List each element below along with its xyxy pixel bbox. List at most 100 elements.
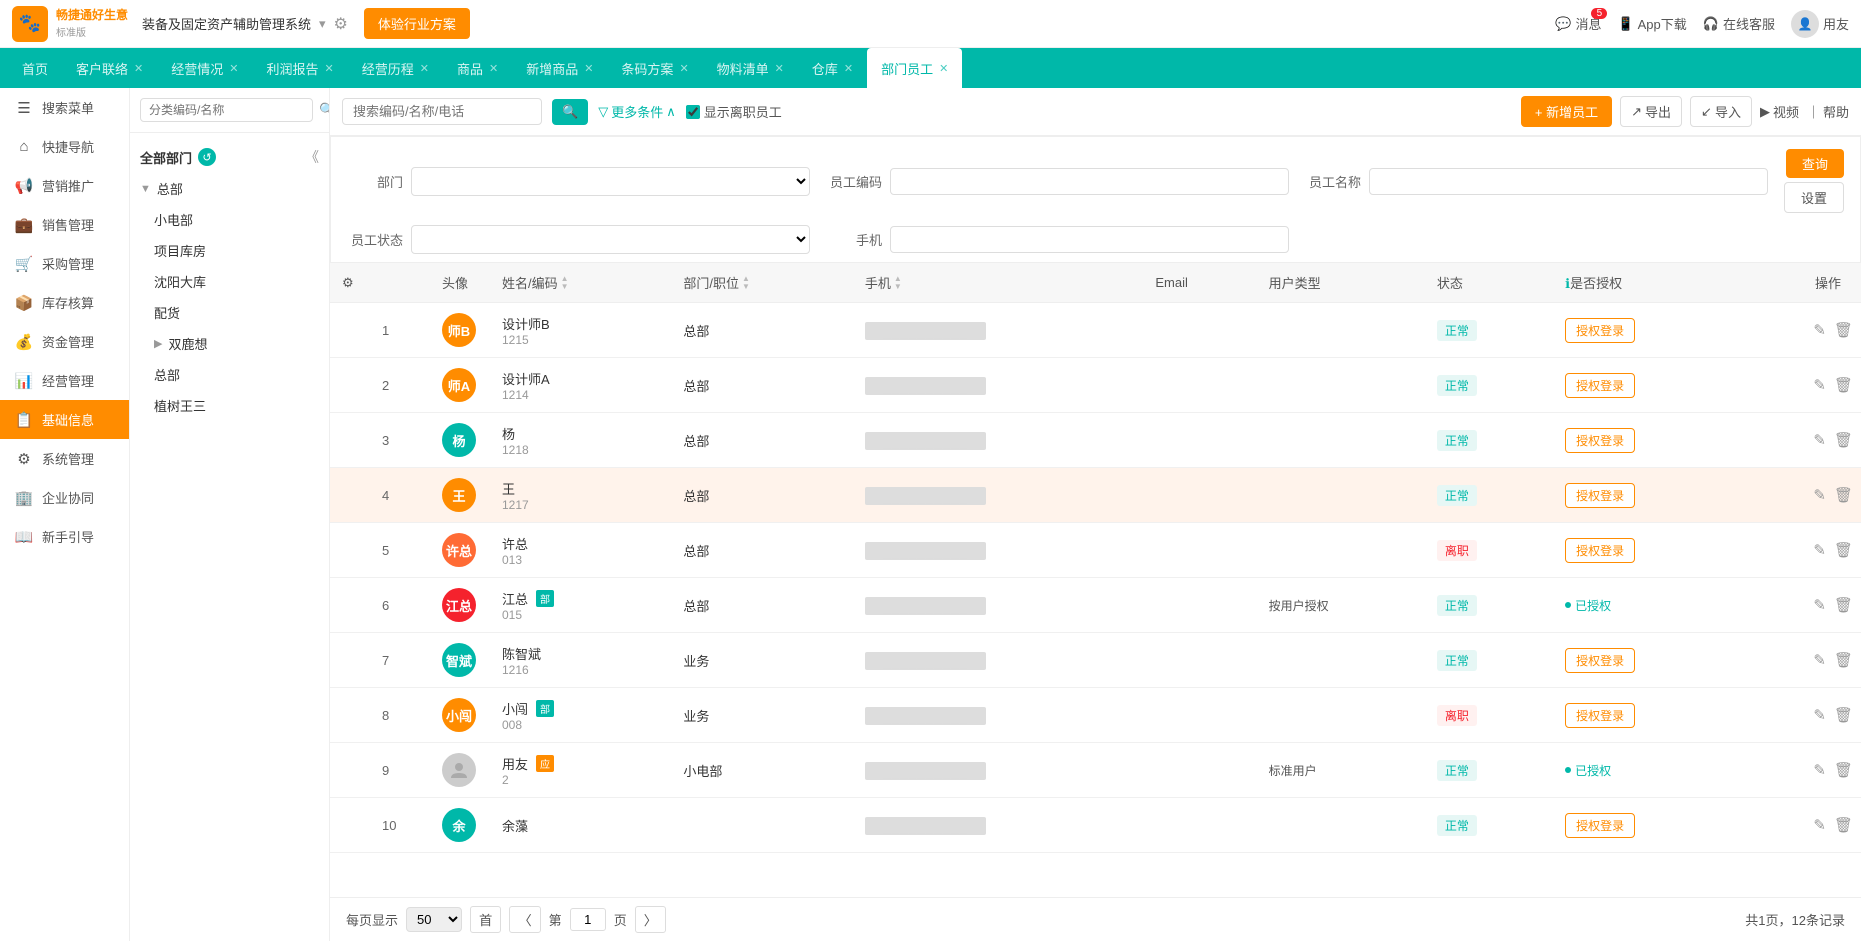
search-button[interactable]: 🔍 xyxy=(552,99,588,125)
edit-icon[interactable]: ✎ xyxy=(1813,816,1826,834)
first-page-button[interactable]: 首 xyxy=(470,906,501,933)
close-icon[interactable]: ✕ xyxy=(489,62,498,75)
prev-page-button[interactable]: 〈 xyxy=(509,906,540,933)
filter-name-input[interactable] xyxy=(1369,168,1768,195)
dept-node-shuanglu[interactable]: ▶ 双鹿想 xyxy=(130,328,329,359)
reset-button[interactable]: 设置 xyxy=(1784,182,1844,213)
tab-operations[interactable]: 经营情况 ✕ xyxy=(157,48,252,88)
dept-refresh-icon[interactable]: ↺ xyxy=(198,148,216,166)
filter-phone-input[interactable] xyxy=(890,226,1289,253)
edit-icon[interactable]: ✎ xyxy=(1813,321,1826,339)
tab-warehouse[interactable]: 仓库 ✕ xyxy=(798,48,867,88)
tab-goods[interactable]: 商品 ✕ xyxy=(443,48,512,88)
close-icon[interactable]: ✕ xyxy=(844,62,853,75)
dept-search-icon[interactable]: 🔍 xyxy=(319,102,330,118)
show-resigned-checkbox[interactable] xyxy=(686,105,700,119)
sidebar-item-guide[interactable]: 📖 新手引导 xyxy=(0,517,129,556)
sidebar-item-search[interactable]: ☰ 搜索菜单 xyxy=(0,88,129,127)
tab-profit[interactable]: 利润报告 ✕ xyxy=(252,48,347,88)
gear-icon[interactable]: ⚙ xyxy=(334,14,348,34)
tab-barcode[interactable]: 条码方案 ✕ xyxy=(607,48,702,88)
dept-node-zhishu[interactable]: 植树王三 xyxy=(130,390,329,421)
close-icon[interactable]: ✕ xyxy=(420,62,429,75)
sidebar-item-operations[interactable]: 📊 经营管理 xyxy=(0,361,129,400)
dept-node-all[interactable]: 全部部门 ↺ 《 xyxy=(130,141,329,173)
close-icon[interactable]: ✕ xyxy=(584,62,593,75)
delete-icon[interactable]: 🗑 xyxy=(1834,816,1853,834)
delete-icon[interactable]: 🗑 xyxy=(1834,651,1853,669)
dept-node-zongbu[interactable]: ▼ 总部 xyxy=(130,173,329,204)
help-button[interactable]: ｜ 帮助 xyxy=(1807,102,1849,121)
tab-journey[interactable]: 经营历程 ✕ xyxy=(348,48,443,88)
dept-node-shenyang[interactable]: 沈阳大库 xyxy=(130,266,329,297)
dept-node-xiaodian[interactable]: 小电部 xyxy=(130,204,329,235)
trial-button[interactable]: 体验行业方案 xyxy=(364,8,470,39)
page-input[interactable] xyxy=(570,908,606,931)
sidebar-item-marketing[interactable]: 📢 营销推广 xyxy=(0,166,129,205)
edit-icon[interactable]: ✎ xyxy=(1813,541,1826,559)
next-page-button[interactable]: 〉 xyxy=(635,906,666,933)
edit-icon[interactable]: ✎ xyxy=(1813,376,1826,394)
sidebar-item-purchase[interactable]: 🛒 采购管理 xyxy=(0,244,129,283)
import-button[interactable]: ↙ 导入 xyxy=(1690,96,1752,127)
auth-button[interactable]: 授权登录 xyxy=(1565,318,1635,343)
close-icon[interactable]: ✕ xyxy=(679,62,688,75)
view-button[interactable]: ▶ 视频 xyxy=(1760,102,1799,121)
sidebar-item-sales[interactable]: 💼 销售管理 xyxy=(0,205,129,244)
filter-status-select[interactable] xyxy=(411,225,810,254)
edit-icon[interactable]: ✎ xyxy=(1813,596,1826,614)
close-icon[interactable]: ✕ xyxy=(775,62,784,75)
dept-node-zongbu2[interactable]: 总部 xyxy=(130,359,329,390)
sidebar-item-inventory[interactable]: 📦 库存核算 xyxy=(0,283,129,322)
auth-button[interactable]: 授权登录 xyxy=(1565,703,1635,728)
search-input[interactable] xyxy=(342,98,542,125)
auth-button[interactable]: 授权登录 xyxy=(1565,813,1635,838)
sidebar-item-system[interactable]: ⚙ 系统管理 xyxy=(0,439,129,478)
export-button[interactable]: ↗ 导出 xyxy=(1620,96,1682,127)
app-download-button[interactable]: 📱 App下载 xyxy=(1617,14,1686,33)
edit-icon[interactable]: ✎ xyxy=(1813,706,1826,724)
add-employee-button[interactable]: + 新增员工 xyxy=(1521,96,1612,127)
auth-button[interactable]: 授权登录 xyxy=(1565,483,1635,508)
close-icon[interactable]: ✕ xyxy=(134,62,143,75)
edit-icon[interactable]: ✎ xyxy=(1813,431,1826,449)
dept-search-input[interactable] xyxy=(140,98,313,122)
close-icon[interactable]: ✕ xyxy=(325,62,334,75)
edit-icon[interactable]: ✎ xyxy=(1813,651,1826,669)
auth-button[interactable]: 授权登录 xyxy=(1565,373,1635,398)
service-button[interactable]: 🎧 在线客服 xyxy=(1703,14,1775,33)
delete-icon[interactable]: 🗑 xyxy=(1834,376,1853,394)
auth-button[interactable]: 授权登录 xyxy=(1565,538,1635,563)
edit-icon[interactable]: ✎ xyxy=(1813,486,1826,504)
delete-icon[interactable]: 🗑 xyxy=(1834,431,1853,449)
user-area[interactable]: 👤 用友 xyxy=(1791,10,1849,38)
sidebar-item-basic[interactable]: 📋 基础信息 xyxy=(0,400,129,439)
tab-new-goods[interactable]: 新增商品 ✕ xyxy=(512,48,607,88)
filter-dept-select[interactable] xyxy=(411,167,810,196)
sort-icon[interactable]: ▲▼ xyxy=(894,275,902,291)
tab-customer[interactable]: 客户联络 ✕ xyxy=(62,48,157,88)
edit-icon[interactable]: ✎ xyxy=(1813,761,1826,779)
sort-icon[interactable]: ▲▼ xyxy=(561,275,569,291)
close-icon[interactable]: ✕ xyxy=(939,62,948,75)
delete-icon[interactable]: 🗑 xyxy=(1834,486,1853,504)
delete-icon[interactable]: 🗑 xyxy=(1834,321,1853,339)
dropdown-arrow-icon[interactable]: ▾ xyxy=(319,16,326,32)
tab-department[interactable]: 部门员工 ✕ xyxy=(867,48,962,88)
delete-icon[interactable]: 🗑 xyxy=(1834,706,1853,724)
delete-icon[interactable]: 🗑 xyxy=(1834,761,1853,779)
dept-node-xiangmu[interactable]: 项目库房 xyxy=(130,235,329,266)
auth-button[interactable]: 授权登录 xyxy=(1565,428,1635,453)
dept-node-peihuo[interactable]: 配货 xyxy=(130,297,329,328)
close-icon[interactable]: ✕ xyxy=(229,62,238,75)
query-button[interactable]: 查询 xyxy=(1786,149,1844,178)
sidebar-item-finance[interactable]: 💰 资金管理 xyxy=(0,322,129,361)
message-button[interactable]: 💬 消息 5 xyxy=(1555,14,1601,33)
page-size-select[interactable]: 50 10 20 100 xyxy=(406,907,462,932)
tab-home[interactable]: 首页 xyxy=(8,48,62,88)
delete-icon[interactable]: 🗑 xyxy=(1834,541,1853,559)
sidebar-item-enterprise[interactable]: 🏢 企业协同 xyxy=(0,478,129,517)
dept-collapse-icon[interactable]: 《 xyxy=(305,147,319,167)
sort-icon[interactable]: ▲▼ xyxy=(742,275,750,291)
tab-bom[interactable]: 物料清单 ✕ xyxy=(703,48,798,88)
